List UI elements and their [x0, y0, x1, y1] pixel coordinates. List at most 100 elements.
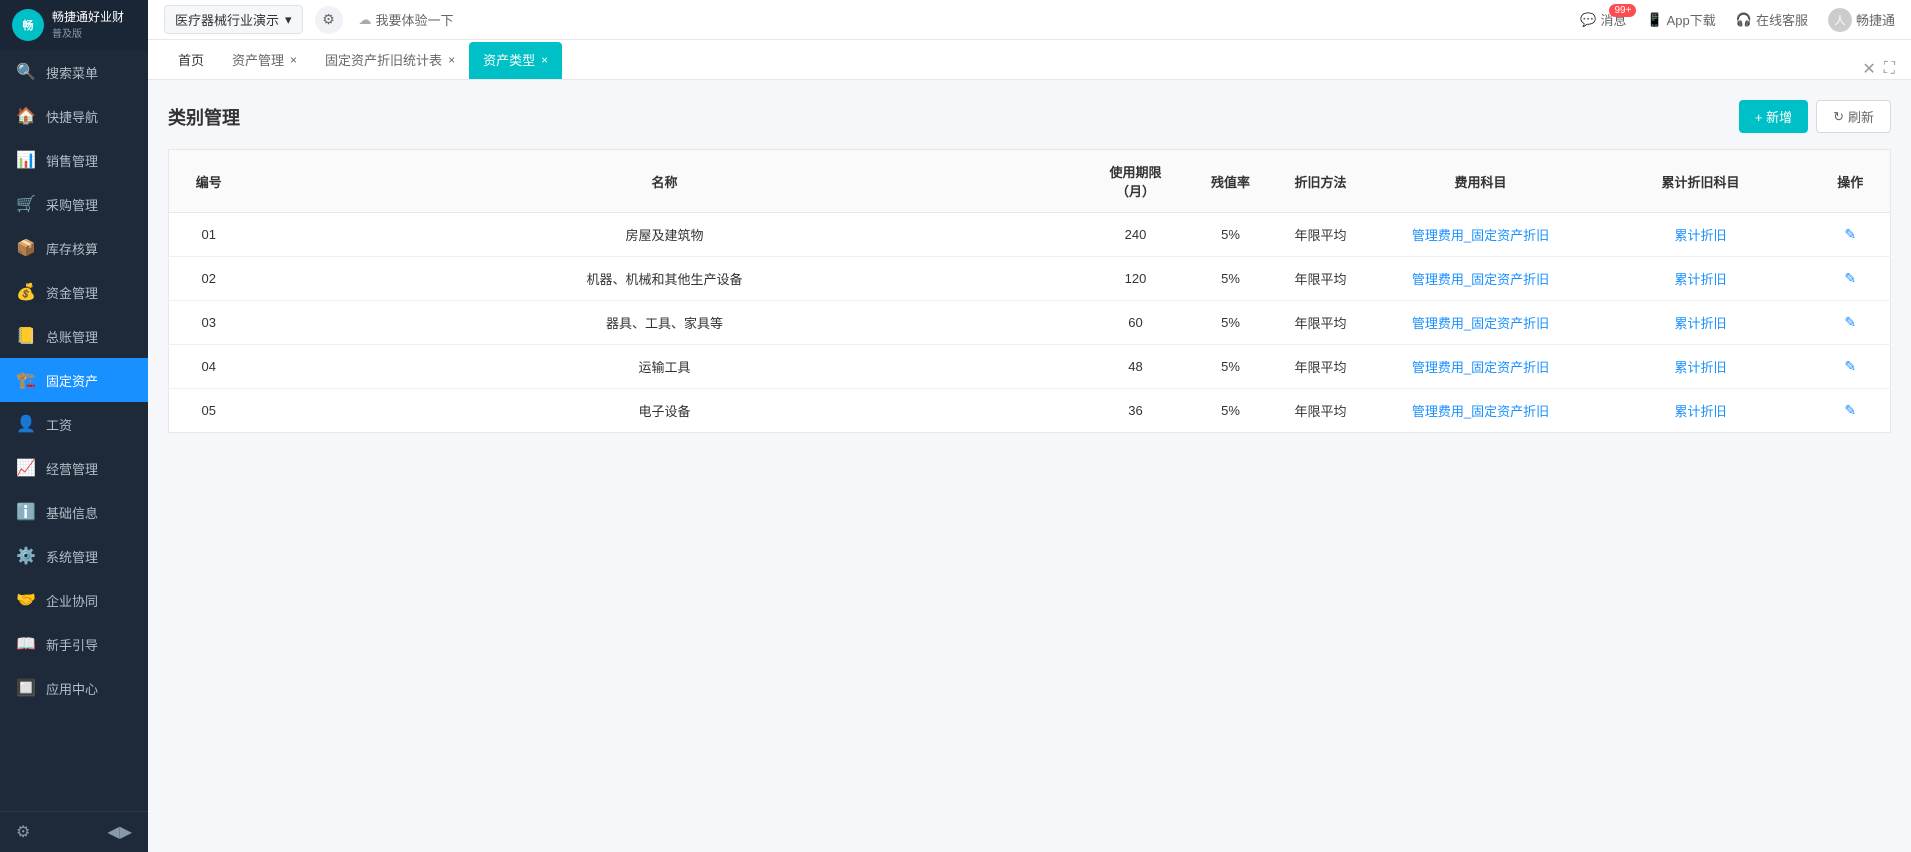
cell-accum[interactable]: 累计折旧	[1591, 257, 1811, 301]
user-profile[interactable]: 人 畅捷通	[1828, 8, 1895, 32]
cell-cost[interactable]: 管理费用_固定资产折旧	[1371, 213, 1591, 257]
tab-assets[interactable]: 资产管理 ×	[218, 42, 311, 79]
cell-residual: 5%	[1191, 257, 1271, 301]
page-title: 类别管理	[168, 104, 240, 130]
inventory-icon: 📦	[16, 238, 36, 258]
sidebar-item-operations[interactable]: 📈 经营管理	[0, 446, 148, 490]
messages-btn[interactable]: 💬 消息 99+	[1580, 10, 1626, 29]
cell-accum[interactable]: 累计折旧	[1591, 213, 1811, 257]
page-header: 类别管理 + 新增 ↻ 刷新	[168, 100, 1891, 133]
settings-icon[interactable]: ⚙	[16, 822, 30, 842]
cell-name: 器具、工具、家具等	[249, 301, 1081, 345]
tab-depreciation-close[interactable]: ×	[448, 54, 455, 66]
sidebar-item-quick-nav[interactable]: 🏠 快捷导航	[0, 94, 148, 138]
sidebar-item-app-center[interactable]: 🔲 应用中心	[0, 666, 148, 710]
close-window-btn[interactable]: ✕	[1862, 59, 1875, 79]
sidebar-item-coop[interactable]: 🤝 企业协同	[0, 578, 148, 622]
cell-code: 01	[169, 213, 249, 257]
app-selector[interactable]: 医疗器械行业演示 ▾	[164, 5, 303, 34]
cell-period: 36	[1081, 389, 1191, 433]
sidebar-item-payroll[interactable]: 👤 工资	[0, 402, 148, 446]
sidebar-item-system[interactable]: ⚙️ 系统管理	[0, 534, 148, 578]
sidebar-item-search[interactable]: 🔍 搜索菜单	[0, 50, 148, 94]
system-icon: ⚙️	[16, 546, 36, 566]
cell-cost[interactable]: 管理费用_固定资产折旧	[1371, 389, 1591, 433]
cell-cost[interactable]: 管理费用_固定资产折旧	[1371, 345, 1591, 389]
sidebar-item-basics[interactable]: ℹ️ 基础信息	[0, 490, 148, 534]
edit-btn: ✎	[1844, 402, 1856, 418]
cell-code: 05	[169, 389, 249, 433]
cell-accum[interactable]: 累计折旧	[1591, 389, 1811, 433]
sidebar-item-inventory[interactable]: 📦 库存核算	[0, 226, 148, 270]
cell-accum[interactable]: 累计折旧	[1591, 301, 1811, 345]
sidebar-item-label: 工资	[46, 415, 72, 434]
cell-op[interactable]: ✎	[1811, 213, 1891, 257]
cell-residual: 5%	[1191, 301, 1271, 345]
cell-op[interactable]: ✎	[1811, 389, 1891, 433]
cell-accum[interactable]: 累计折旧	[1591, 345, 1811, 389]
sidebar-item-label: 库存核算	[46, 239, 98, 258]
basics-icon: ℹ️	[16, 502, 36, 522]
cell-method: 年限平均	[1271, 257, 1371, 301]
topbar: 医疗器械行业演示 ▾ ⚙ ☁ 我要体验一下 💬 消息 99+ 📱 App下载 🎧…	[148, 0, 1911, 40]
tab-asset-type[interactable]: 资产类型 ×	[469, 42, 562, 79]
home-label: 首页	[178, 50, 204, 69]
cell-method: 年限平均	[1271, 213, 1371, 257]
search-icon: 🔍	[16, 62, 36, 82]
cell-op[interactable]: ✎	[1811, 345, 1891, 389]
cell-name: 房屋及建筑物	[249, 213, 1081, 257]
cell-period: 48	[1081, 345, 1191, 389]
tab-asset-type-close[interactable]: ×	[541, 54, 548, 66]
cell-op[interactable]: ✎	[1811, 301, 1891, 345]
sidebar-item-guide[interactable]: 📖 新手引导	[0, 622, 148, 666]
tab-home[interactable]: 首页	[164, 42, 218, 79]
sidebar-item-fixed-assets[interactable]: 🏗️ 固定资产	[0, 358, 148, 402]
edit-btn: ✎	[1844, 358, 1856, 374]
messages-badge: 99+	[1609, 4, 1636, 17]
avatar: 人	[1828, 8, 1852, 32]
th-code: 编号	[169, 150, 249, 213]
window-controls: ✕ ⛶	[1862, 59, 1895, 79]
new-btn[interactable]: + 新增	[1739, 100, 1808, 133]
cell-op[interactable]: ✎	[1811, 257, 1891, 301]
table-body: 01 房屋及建筑物 240 5% 年限平均 管理费用_固定资产折旧 累计折旧 ✎…	[169, 213, 1891, 433]
edit-btn: ✎	[1844, 226, 1856, 242]
sidebar-item-label: 采购管理	[46, 195, 98, 214]
sidebar-item-label: 快捷导航	[46, 107, 98, 126]
cell-period: 120	[1081, 257, 1191, 301]
cell-code: 02	[169, 257, 249, 301]
customer-service-btn[interactable]: 🎧 在线客服	[1736, 10, 1808, 29]
cloud-icon: ☁	[359, 12, 372, 28]
th-name: 名称	[249, 150, 1081, 213]
sidebar-item-purchase[interactable]: 🛒 采购管理	[0, 182, 148, 226]
capital-icon: 💰	[16, 282, 36, 302]
refresh-icon: ↻	[1833, 109, 1844, 125]
cell-period: 240	[1081, 213, 1191, 257]
logo-text: 畅捷通好业财	[52, 10, 124, 26]
refresh-btn[interactable]: ↻ 刷新	[1816, 100, 1891, 133]
sidebar-item-label: 总账管理	[46, 327, 98, 346]
sidebar-item-capital[interactable]: 💰 资金管理	[0, 270, 148, 314]
cell-method: 年限平均	[1271, 301, 1371, 345]
cell-code: 04	[169, 345, 249, 389]
sidebar-item-label: 基础信息	[46, 503, 98, 522]
experience-btn[interactable]: ☁ 我要体验一下	[359, 10, 454, 29]
tab-assets-close[interactable]: ×	[290, 54, 297, 66]
payroll-icon: 👤	[16, 414, 36, 434]
sidebar-item-sales[interactable]: 📊 销售管理	[0, 138, 148, 182]
maximize-btn[interactable]: ⛶	[1884, 60, 1895, 78]
cell-cost[interactable]: 管理费用_固定资产折旧	[1371, 301, 1591, 345]
cell-cost[interactable]: 管理费用_固定资产折旧	[1371, 257, 1591, 301]
app-download-btn[interactable]: 📱 App下载	[1646, 10, 1715, 29]
sidebar-item-ledger[interactable]: 📒 总账管理	[0, 314, 148, 358]
app-center-icon: 🔲	[16, 678, 36, 698]
message-icon: 💬	[1580, 12, 1596, 28]
collapse-icon[interactable]: ◀▶	[107, 822, 132, 842]
edit-btn: ✎	[1844, 270, 1856, 286]
sidebar-item-label: 固定资产	[46, 371, 98, 390]
settings-btn[interactable]: ⚙	[315, 6, 343, 34]
tab-depreciation[interactable]: 固定资产折旧统计表 ×	[311, 42, 469, 79]
tab-asset-type-label: 资产类型	[483, 50, 535, 69]
table-row: 03 器具、工具、家具等 60 5% 年限平均 管理费用_固定资产折旧 累计折旧…	[169, 301, 1891, 345]
experience-text: 我要体验一下	[376, 10, 454, 29]
